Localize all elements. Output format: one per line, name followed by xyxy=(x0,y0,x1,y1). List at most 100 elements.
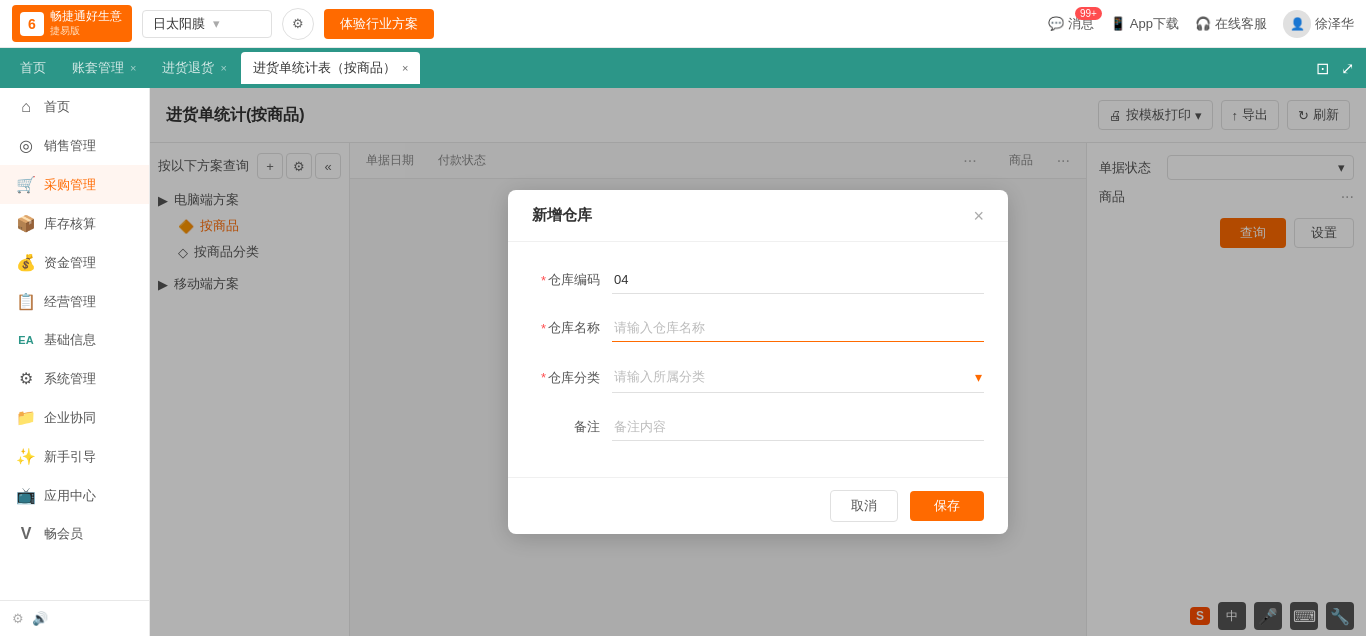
form-label-code: * 仓库编码 xyxy=(532,271,612,289)
sidebar-item-finance[interactable]: 💰 资金管理 xyxy=(0,243,149,282)
restore-button[interactable]: ⊡ xyxy=(1312,59,1333,78)
sidebar-app-label: 应用中心 xyxy=(44,487,96,505)
store-selector[interactable]: 日太阳膜 ▾ xyxy=(142,10,272,38)
sidebar-item-enterprise[interactable]: 📁 企业协同 xyxy=(0,398,149,437)
sidebar-sales-label: 销售管理 xyxy=(44,137,96,155)
app-download-label: App下载 xyxy=(1130,15,1179,33)
sidebar-purchase-label: 采购管理 xyxy=(44,176,96,194)
sales-icon: ◎ xyxy=(16,136,36,155)
sidebar-footer: ⚙ 🔊 xyxy=(0,600,149,636)
logo-icon: 6 xyxy=(20,12,44,36)
app-download-button[interactable]: 📱 App下载 xyxy=(1110,15,1179,33)
modal-header: 新增仓库 × xyxy=(508,190,1008,242)
required-star-name: * xyxy=(541,321,546,336)
modal-body: * 仓库编码 * 仓库名称 xyxy=(508,242,1008,477)
sidebar-home-label: 首页 xyxy=(44,98,70,116)
category-arrow-icon: ▾ xyxy=(975,369,982,385)
trial-button[interactable]: 体验行业方案 xyxy=(324,9,434,39)
purchase-icon: 🛒 xyxy=(16,175,36,194)
modal-title: 新增仓库 xyxy=(532,206,592,225)
form-row-code: * 仓库编码 xyxy=(532,266,984,294)
online-service-button[interactable]: 🎧 在线客服 xyxy=(1195,15,1267,33)
label-code-text: 仓库编码 xyxy=(548,271,600,289)
logo-area: 6 畅捷通好生意 捷易版 xyxy=(12,5,132,43)
cancel-button[interactable]: 取消 xyxy=(830,490,898,522)
user-area[interactable]: 👤 徐泽华 xyxy=(1283,10,1354,38)
tab-account-close[interactable]: × xyxy=(130,62,136,74)
sidebar-enterprise-label: 企业协同 xyxy=(44,409,96,427)
inventory-icon: 📦 xyxy=(16,214,36,233)
warehouse-category-select[interactable]: 请输入所属分类 ▾ xyxy=(612,362,984,393)
sidebar-item-home[interactable]: ⌂ 首页 xyxy=(0,88,149,126)
sidebar-guide-label: 新手引导 xyxy=(44,448,96,466)
modal-overlay[interactable]: 新增仓库 × * 仓库编码 * xyxy=(150,88,1366,636)
label-category-text: 仓库分类 xyxy=(548,369,600,387)
sidebar-finance-label: 资金管理 xyxy=(44,254,96,272)
form-row-name: * 仓库名称 xyxy=(532,314,984,342)
tab-purchase-return-label: 进货退货 xyxy=(162,59,214,77)
content-area: 进货单统计(按商品) 🖨 按模板打印 ▾ ↑ 导出 ↻ 刷新 xyxy=(150,88,1366,636)
collapse-icon[interactable]: 🔊 xyxy=(32,611,48,626)
warehouse-name-input[interactable] xyxy=(612,314,984,342)
top-header: 6 畅捷通好生意 捷易版 日太阳膜 ▾ ⚙ 体验行业方案 💬 消息 99+ 📱 … xyxy=(0,0,1366,48)
sidebar-item-app[interactable]: 📺 应用中心 xyxy=(0,476,149,515)
member-icon: V xyxy=(16,525,36,543)
sidebar: ⌂ 首页 ◎ 销售管理 🛒 采购管理 📦 库存核算 💰 资金管理 📋 经营管理 … xyxy=(0,88,150,636)
main-layout: ⌂ 首页 ◎ 销售管理 🛒 采购管理 📦 库存核算 💰 资金管理 📋 经营管理 … xyxy=(0,88,1366,636)
form-row-note: 备注 xyxy=(532,413,984,441)
sidebar-system-label: 系统管理 xyxy=(44,370,96,388)
tab-purchase-stats-close[interactable]: × xyxy=(402,62,408,74)
phone-icon: 📱 xyxy=(1110,16,1126,31)
modal-close-button[interactable]: × xyxy=(973,207,984,225)
save-button[interactable]: 保存 xyxy=(910,491,984,521)
modal-footer: 取消 保存 xyxy=(508,477,1008,534)
message-badge: 99+ xyxy=(1075,7,1102,20)
label-name-text: 仓库名称 xyxy=(548,319,600,337)
tab-account[interactable]: 账套管理 × xyxy=(60,52,148,84)
sidebar-item-purchase[interactable]: 🛒 采购管理 xyxy=(0,165,149,204)
tab-home-label: 首页 xyxy=(20,59,46,77)
sidebar-item-basic[interactable]: EA 基础信息 xyxy=(0,321,149,359)
header-right: 💬 消息 99+ 📱 App下载 🎧 在线客服 👤 徐泽华 xyxy=(1048,10,1354,38)
business-icon: 📋 xyxy=(16,292,36,311)
warehouse-code-input[interactable] xyxy=(612,266,984,294)
sidebar-item-system[interactable]: ⚙ 系统管理 xyxy=(0,359,149,398)
required-star-code: * xyxy=(541,273,546,288)
tab-purchase-stats[interactable]: 进货单统计表（按商品） × xyxy=(241,52,420,84)
label-note-text: 备注 xyxy=(574,418,600,436)
system-icon: ⚙ xyxy=(16,369,36,388)
required-star-category: * xyxy=(541,370,546,385)
form-label-category: * 仓库分类 xyxy=(532,369,612,387)
tab-bar: 首页 账套管理 × 进货退货 × 进货单统计表（按商品） × ⊡ ⤢ xyxy=(0,48,1366,88)
sidebar-item-inventory[interactable]: 📦 库存核算 xyxy=(0,204,149,243)
avatar-icon: 👤 xyxy=(1290,17,1305,31)
basic-icon: EA xyxy=(16,334,36,346)
home-icon: ⌂ xyxy=(16,98,36,116)
settings-button[interactable]: ⚙ xyxy=(282,8,314,40)
app-badge: 捷易版 xyxy=(50,24,122,38)
avatar: 👤 xyxy=(1283,10,1311,38)
message-button[interactable]: 💬 消息 99+ xyxy=(1048,15,1094,33)
settings-footer-icon[interactable]: ⚙ xyxy=(12,611,24,626)
sidebar-business-label: 经营管理 xyxy=(44,293,96,311)
warehouse-note-input[interactable] xyxy=(612,413,984,441)
tab-home[interactable]: 首页 xyxy=(8,52,58,84)
online-service-label: 在线客服 xyxy=(1215,15,1267,33)
finance-icon: 💰 xyxy=(16,253,36,272)
expand-button[interactable]: ⤢ xyxy=(1337,59,1358,78)
username: 徐泽华 xyxy=(1315,15,1354,33)
tab-actions: ⊡ ⤢ xyxy=(1312,59,1358,78)
app-icon: 📺 xyxy=(16,486,36,505)
sidebar-inventory-label: 库存核算 xyxy=(44,215,96,233)
sidebar-basic-label: 基础信息 xyxy=(44,331,96,349)
sidebar-item-sales[interactable]: ◎ 销售管理 xyxy=(0,126,149,165)
sidebar-item-business[interactable]: 📋 经营管理 xyxy=(0,282,149,321)
headset-icon: 🎧 xyxy=(1195,16,1211,31)
sidebar-item-member[interactable]: V 畅会员 xyxy=(0,515,149,553)
sidebar-item-guide[interactable]: ✨ 新手引导 xyxy=(0,437,149,476)
app-name: 畅捷通好生意 xyxy=(50,9,122,25)
form-label-note: 备注 xyxy=(532,418,612,436)
tab-purchase-return-close[interactable]: × xyxy=(220,62,226,74)
form-label-name: * 仓库名称 xyxy=(532,319,612,337)
tab-purchase-return[interactable]: 进货退货 × xyxy=(150,52,238,84)
